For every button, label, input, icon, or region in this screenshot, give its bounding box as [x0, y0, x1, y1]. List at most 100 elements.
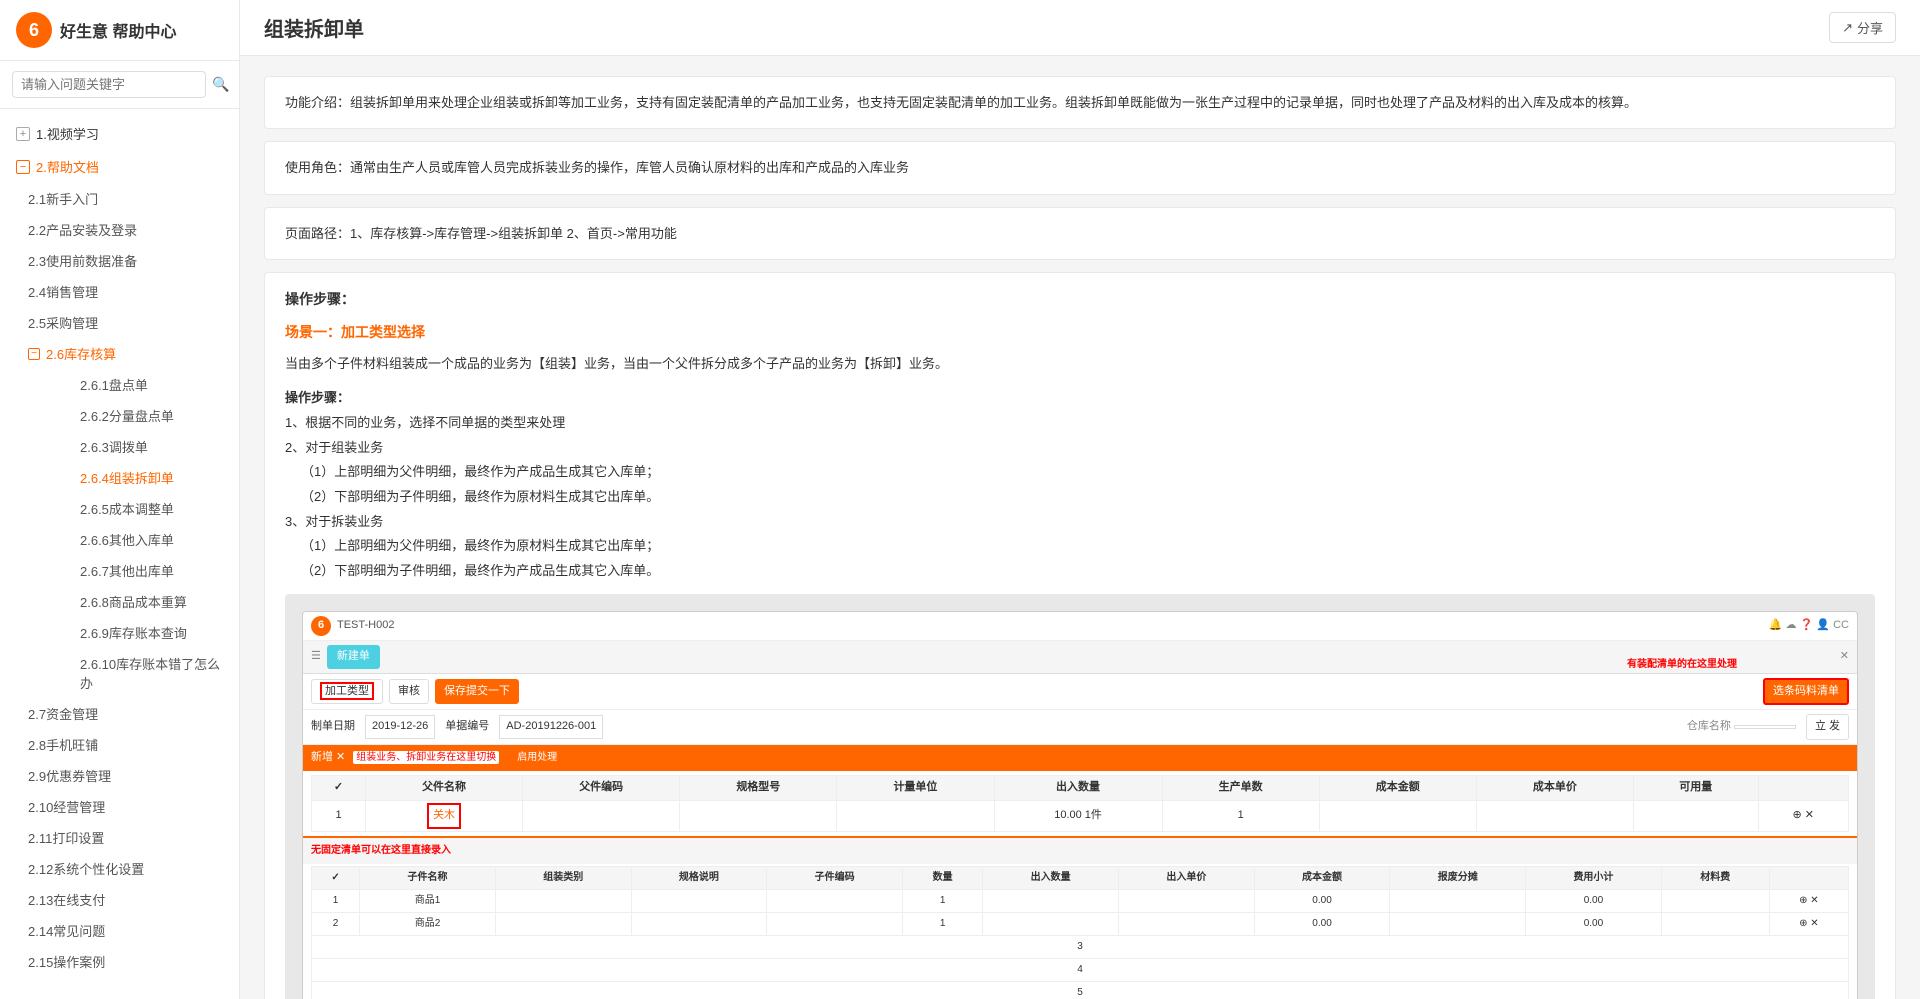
sidebar-item-sales[interactable]: 2.4销售管理: [28, 276, 239, 307]
search-icon[interactable]: 🔍: [212, 76, 229, 93]
mock-bth-spec: 规格说明: [631, 866, 767, 889]
step2-2: （2）下部明细为子件明细，最终作为原材料生成其它出库单。: [285, 485, 1875, 510]
mock-sub-toolbar-add: 新增 ✕: [311, 748, 345, 768]
mock-bottom-thead: ✓ 子件名称 组装类别 规格说明 子件编码 数量 出入数量 出入单价 成本金额: [312, 866, 1849, 889]
sidebar-item-faq[interactable]: 2.14常见问题: [28, 915, 239, 946]
mock-form-date: 2019-12-26: [365, 715, 435, 739]
scenario-title: 场景一：加工类型选择: [285, 320, 1875, 345]
mock-brow1-scrap: [1390, 889, 1526, 912]
nav-tree: + 1.视频学习 − 2.帮助文档 2.1新手入门 2.2产品安装及登录 2.3…: [0, 109, 239, 999]
sidebar-item-stocktake[interactable]: 2.6.1盘点单: [44, 369, 239, 400]
sidebar-item-assembly[interactable]: 2.6.4组装拆卸单: [44, 462, 239, 493]
sidebar-item-install[interactable]: 2.2产品安装及登录: [28, 214, 239, 245]
sidebar-item-cash[interactable]: 2.7资金管理: [28, 698, 239, 729]
mock-brow1-spec: [631, 889, 767, 912]
mock-th-avail: 可用量: [1633, 775, 1758, 800]
mock-annotation3-text: 启用处理: [517, 749, 557, 767]
mock-brow2-sub: 0.00: [1526, 912, 1662, 935]
mock-topbar-id: TEST-H002: [337, 616, 394, 636]
sidebar-header: 6 好生意 帮助中心: [0, 0, 239, 61]
minus-icon: −: [16, 160, 30, 174]
mock-annotation1: 有装配清单的在这里处理: [1627, 656, 1737, 674]
mock-app-topbar: 6 TEST-H002 🔔 ☁ ❓ 👤 CC: [303, 612, 1857, 641]
sidebar-section-title-docs[interactable]: − 2.帮助文档: [0, 150, 239, 183]
mock-brow2-op: ⊕ ✕: [1769, 912, 1848, 935]
sidebar-section-title-video[interactable]: + 1.视频学习: [0, 117, 239, 150]
mock-top-table-container: ✓ 父件名称 父件编码 规格型号 计量单位 出入数量 生产单数 成本金额 成本单: [303, 771, 1857, 836]
mock-warehouse-input: [1734, 725, 1796, 729]
mock-brow2-inqty: [983, 912, 1119, 935]
steps-block: 操作步骤： 场景一：加工类型选择 当由多个子件材料组装成一个成品的业务为【组装】…: [264, 272, 1896, 999]
mock-brow4-empty: 4: [312, 958, 1849, 981]
search-input[interactable]: [12, 71, 206, 98]
mock-bth-material: 材料费: [1661, 866, 1769, 889]
mock-app-window: 6 TEST-H002 🔔 ☁ ❓ 👤 CC ☰ 新建单 ✕: [302, 611, 1858, 999]
mock-bottom-tbody: 1 商品1 1 0.00: [312, 889, 1849, 999]
sidebar-item-cases[interactable]: 2.15操作案例: [28, 946, 239, 977]
mock-brow1-name: 商品1: [360, 889, 496, 912]
mock-bth-check: ✓: [312, 866, 360, 889]
ops-steps-title: 操作步骤：: [285, 386, 1875, 411]
mock-topbar-icons: 🔔 ☁ ❓ 👤 CC: [1769, 616, 1849, 636]
mock-top-row1: 1 关木 10.00 1件 1: [312, 800, 1849, 831]
mock-th-unit-cost: 成本单价: [1476, 775, 1633, 800]
mock-btn-save-type: 加工类型: [311, 679, 383, 705]
sidebar-item-split-stock[interactable]: 2.6.2分量盘点单: [44, 400, 239, 431]
sidebar-item-data[interactable]: 2.3使用前数据准备: [28, 245, 239, 276]
sidebar-item-inventory[interactable]: − 2.6库存核算: [28, 338, 239, 369]
mock-brow2-price: [1118, 912, 1254, 935]
mock-bth-qty: 数量: [902, 866, 982, 889]
mock-form-id: AD-20191226-001: [499, 715, 603, 739]
sidebar-item-cost-adj[interactable]: 2.6.5成本调整单: [44, 493, 239, 524]
sidebar-inventory-subitems: 2.6.1盘点单 2.6.2分量盘点单 2.6.3调拨单 2.6.4组装拆卸单 …: [28, 369, 239, 698]
mock-top-table-head: ✓ 父件名称 父件编码 规格型号 计量单位 出入数量 生产单数 成本金额 成本单: [312, 775, 1849, 800]
sidebar-item-purchase[interactable]: 2.5采购管理: [28, 307, 239, 338]
mock-top-cell-prod: 1: [1162, 800, 1319, 831]
step3-2: （2）下部明细为子件明细，最终作为产成品生成其它入库单。: [285, 559, 1875, 584]
sidebar-item-adjust[interactable]: 2.6.3调拨单: [44, 431, 239, 462]
path-text: 页面路径：1、库存核算->库存管理->组装拆卸单 2、首页->常用功能: [285, 222, 1875, 245]
mock-top-cell-name: 关木: [366, 800, 523, 831]
sidebar-item-goods-cost[interactable]: 2.6.8商品成本重算: [44, 586, 239, 617]
mock-brow2-type: [495, 912, 631, 935]
sidebar-item-newbie[interactable]: 2.1新手入门: [28, 183, 239, 214]
mock-brow2-qty: 1: [902, 912, 982, 935]
screenshot-container: 6 TEST-H002 🔔 ☁ ❓ 👤 CC ☰ 新建单 ✕: [285, 594, 1875, 999]
mock-toolbar-right: 选条码料清单: [1763, 678, 1849, 706]
mock-annotation2-text: 组装业务、拆卸业务在这里切换: [353, 748, 499, 768]
mock-th-unit: 计量单位: [837, 775, 994, 800]
mock-bth-op: [1769, 866, 1848, 889]
mock-brow5-empty: 5: [312, 981, 1849, 999]
mock-brow3-empty: 3: [312, 935, 1849, 958]
sidebar-item-video[interactable]: + 1.视频学习: [0, 117, 239, 150]
mock-th-prod-qty: 生产单数: [1162, 775, 1319, 800]
step3-1: （1）上部明细为父件明细，最终作为原材料生成其它出库单；: [285, 534, 1875, 559]
sidebar-item-other-out[interactable]: 2.6.7其他出库单: [44, 555, 239, 586]
sidebar-item-coupon[interactable]: 2.9优惠券管理: [28, 760, 239, 791]
sidebar-label-video: 1.视频学习: [36, 124, 99, 143]
sidebar-item-other-in[interactable]: 2.6.6其他入库单: [44, 524, 239, 555]
sidebar-item-account-err[interactable]: 2.6.10库存账本错了怎么办: [44, 648, 239, 698]
role-text: 使用角色：通常由生产人员或库管人员完成拆装业务的操作，库管人员确认原材料的出库和…: [285, 156, 1875, 179]
sidebar-item-biz[interactable]: 2.10经营管理: [28, 791, 239, 822]
mock-bth-name: 子件名称: [360, 866, 496, 889]
intro-text: 功能介绍：组装拆卸单用来处理企业组装或拆卸等加工业务，支持有固定装配清单的产品加…: [285, 91, 1875, 114]
sidebar-item-mobile[interactable]: 2.8手机旺铺: [28, 729, 239, 760]
mock-top-cell-qty: 10.00 1件: [994, 800, 1162, 831]
mock-brow2-name: 商品2: [360, 912, 496, 935]
page-title: 组装拆卸单: [264, 13, 364, 42]
sidebar-item-stock-query[interactable]: 2.6.9库存账本查询: [44, 617, 239, 648]
path-block: 页面路径：1、库存核算->库存管理->组装拆卸单 2、首页->常用功能: [264, 207, 1896, 260]
share-button[interactable]: ↗ 分享: [1829, 12, 1896, 43]
mock-form-label-id: 单据编号: [445, 717, 489, 737]
sidebar-item-custom[interactable]: 2.12系统个性化设置: [28, 853, 239, 884]
mock-brow1-code: [767, 889, 903, 912]
share-label: 分享: [1857, 18, 1883, 37]
mock-btn-save2: 立 发: [1806, 714, 1849, 740]
mock-brow1-mat: [1661, 889, 1769, 912]
sidebar-sub-docs: 2.1新手入门 2.2产品安装及登录 2.3使用前数据准备 2.4销售管理 2.…: [0, 183, 239, 977]
sidebar-item-pay[interactable]: 2.13在线支付: [28, 884, 239, 915]
mock-bth-cost: 成本金额: [1254, 866, 1390, 889]
sidebar-item-print[interactable]: 2.11打印设置: [28, 822, 239, 853]
mock-bottom-row5: 5: [312, 981, 1849, 999]
